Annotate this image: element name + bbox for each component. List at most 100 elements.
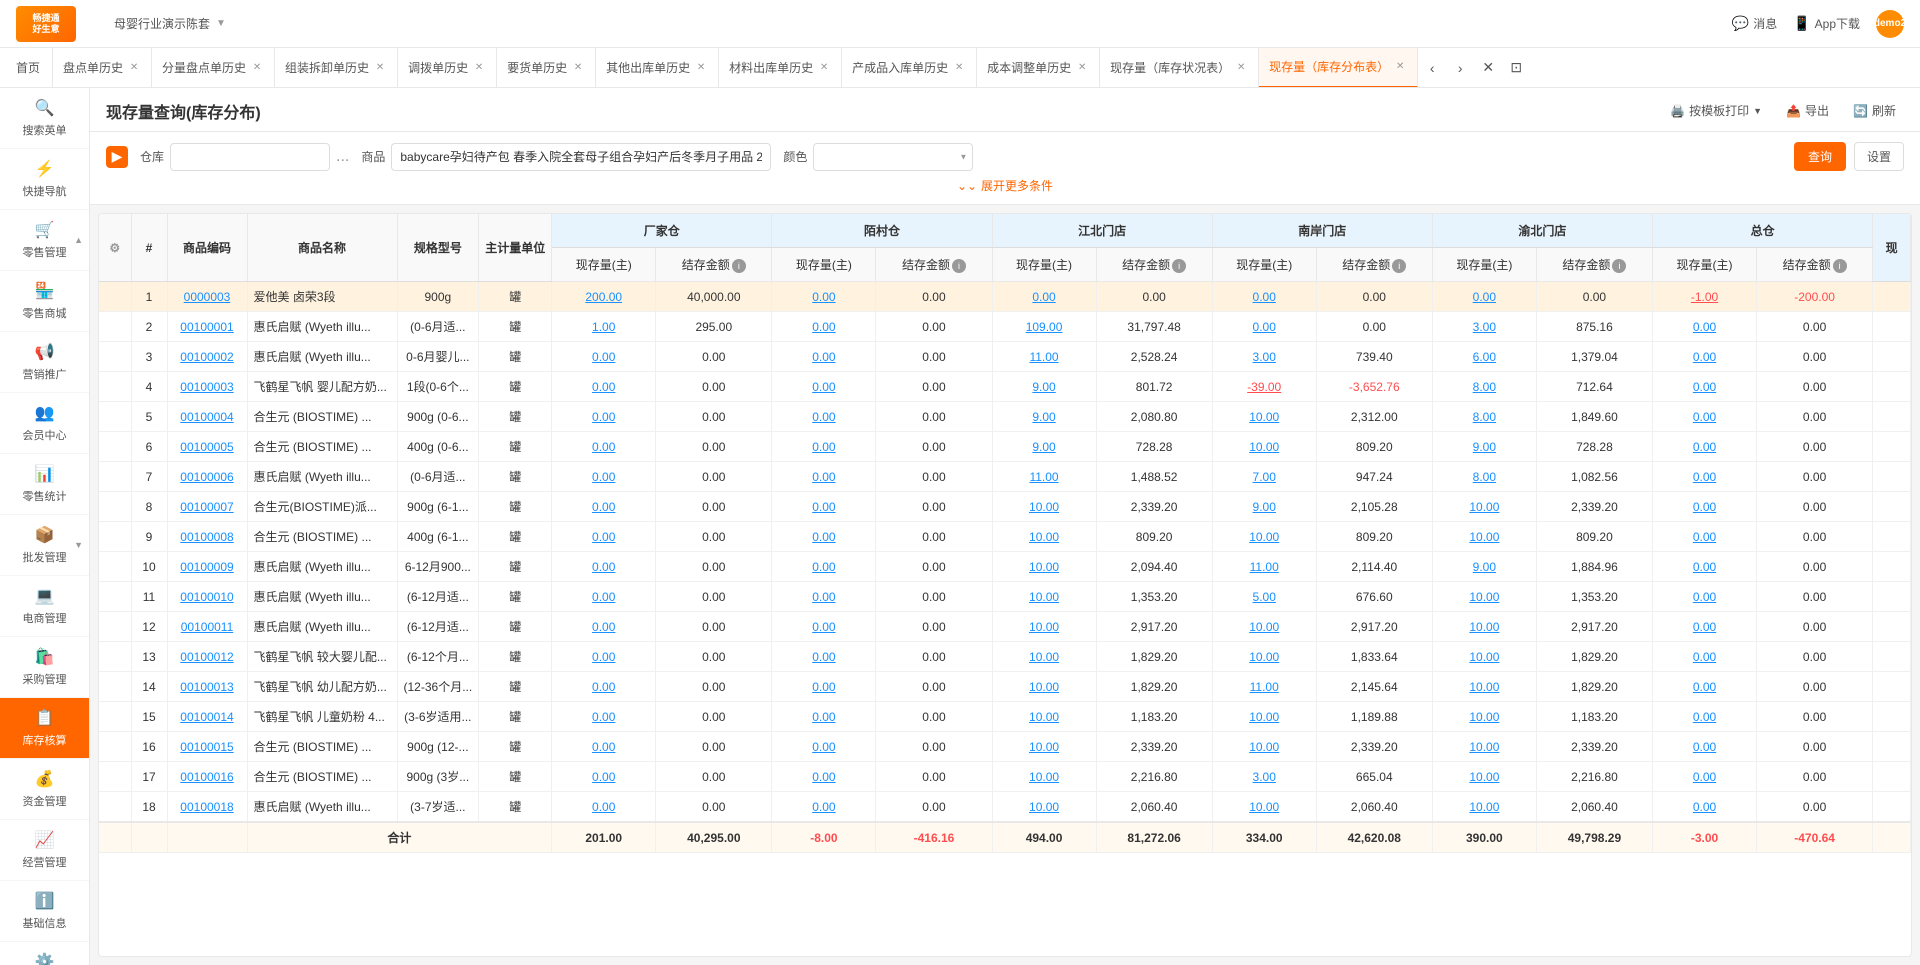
td-code[interactable]: 00100003 — [167, 372, 247, 402]
export-btn[interactable]: 📤 导出 — [1778, 98, 1837, 123]
tab-home[interactable]: 首页 — [4, 48, 53, 88]
td-code[interactable]: 00100011 — [167, 612, 247, 642]
td-yubei-qty[interactable]: 10.00 — [1432, 522, 1536, 552]
td-yubei-qty[interactable]: 8.00 — [1432, 402, 1536, 432]
query-btn[interactable]: 查询 — [1794, 142, 1846, 171]
td-yubei-qty[interactable]: 8.00 — [1432, 462, 1536, 492]
sidebar-item-member[interactable]: 👥 会员中心 — [0, 393, 89, 454]
td-nanan-qty[interactable]: 11.00 — [1212, 672, 1316, 702]
td-mucun-qty[interactable]: 0.00 — [772, 342, 876, 372]
td-yubei-qty[interactable]: 8.00 — [1432, 372, 1536, 402]
td-jiangbei-qty[interactable]: 10.00 — [992, 522, 1096, 552]
tab-expand-btn[interactable]: ⊡ — [1502, 48, 1530, 88]
td-nanan-qty[interactable]: 10.00 — [1212, 732, 1316, 762]
close-icon[interactable]: ✕ — [1234, 61, 1248, 75]
td-mucun-qty[interactable]: 0.00 — [772, 312, 876, 342]
info-circle-icon[interactable]: i — [732, 259, 746, 273]
warehouse-dots-btn[interactable]: ... — [336, 148, 349, 166]
td-yubei-qty[interactable]: 9.00 — [1432, 552, 1536, 582]
td-factory-qty[interactable]: 1.00 — [552, 312, 656, 342]
td-code[interactable]: 00100016 — [167, 762, 247, 792]
close-icon[interactable]: ✕ — [952, 61, 966, 75]
td-nanan-qty[interactable]: 0.00 — [1212, 312, 1316, 342]
sidebar-item-basic-info[interactable]: ℹ️ 基础信息 — [0, 881, 89, 942]
td-nanan-qty[interactable]: 9.00 — [1212, 492, 1316, 522]
sidebar-item-purchase[interactable]: 🛍️ 采购管理 — [0, 637, 89, 698]
settings-btn[interactable]: 设置 — [1854, 142, 1904, 171]
app-download-btn[interactable]: 📱 App下载 — [1793, 15, 1860, 32]
sidebar-item-retail-stats[interactable]: 📊 零售统计 — [0, 454, 89, 515]
td-total-qty[interactable]: 0.00 — [1653, 402, 1757, 432]
close-icon[interactable]: ✕ — [1075, 61, 1089, 75]
td-mucun-qty[interactable]: 0.00 — [772, 372, 876, 402]
td-code[interactable]: 00100008 — [167, 522, 247, 552]
table-container[interactable]: ⚙ # 商品编码 商品名称 规格型号 主计量单位 厂家仓 陌村仓 江北门店 南岸… — [98, 213, 1912, 957]
td-nanan-qty[interactable]: 11.00 — [1212, 552, 1316, 582]
tab-diaobodanlishi[interactable]: 调拨单历史 ✕ — [398, 48, 497, 88]
td-nanan-qty[interactable]: 5.00 — [1212, 582, 1316, 612]
tab-yaohuo[interactable]: 要货单历史 ✕ — [497, 48, 596, 88]
td-jiangbei-qty[interactable]: 0.00 — [992, 282, 1096, 312]
td-nanan-qty[interactable]: 7.00 — [1212, 462, 1316, 492]
refresh-btn[interactable]: 🔄 刷新 — [1845, 98, 1904, 123]
td-factory-qty[interactable]: 0.00 — [552, 402, 656, 432]
td-total-qty[interactable]: 0.00 — [1653, 672, 1757, 702]
td-yubei-qty[interactable]: 10.00 — [1432, 672, 1536, 702]
td-yubei-qty[interactable]: 10.00 — [1432, 762, 1536, 792]
td-mucun-qty[interactable]: 0.00 — [772, 282, 876, 312]
sidebar-item-quicknav[interactable]: ⚡ 快捷导航 — [0, 149, 89, 210]
td-mucun-qty[interactable]: 0.00 — [772, 492, 876, 522]
td-total-qty[interactable]: 0.00 — [1653, 702, 1757, 732]
td-yubei-qty[interactable]: 10.00 — [1432, 732, 1536, 762]
td-factory-qty[interactable]: 0.00 — [552, 522, 656, 552]
td-nanan-qty[interactable]: 10.00 — [1212, 792, 1316, 823]
td-nanan-qty[interactable]: 10.00 — [1212, 432, 1316, 462]
th-settings[interactable]: ⚙ — [99, 214, 131, 282]
td-jiangbei-qty[interactable]: 10.00 — [992, 732, 1096, 762]
td-code[interactable]: 00100010 — [167, 582, 247, 612]
td-total-qty[interactable]: 0.00 — [1653, 792, 1757, 823]
sidebar-item-operations[interactable]: 📈 经营管理 — [0, 820, 89, 881]
td-yubei-qty[interactable]: 10.00 — [1432, 612, 1536, 642]
sidebar-item-ecommerce[interactable]: 💻 电商管理 — [0, 576, 89, 637]
td-factory-qty[interactable]: 0.00 — [552, 732, 656, 762]
td-factory-qty[interactable]: 0.00 — [552, 672, 656, 702]
td-mucun-qty[interactable]: 0.00 — [772, 522, 876, 552]
td-factory-qty[interactable]: 0.00 — [552, 582, 656, 612]
tab-chengpinruku[interactable]: 产成品入库单历史 ✕ — [842, 48, 977, 88]
tab-close-all-btn[interactable]: ✕ — [1474, 48, 1502, 88]
td-total-qty[interactable]: 0.00 — [1653, 552, 1757, 582]
close-icon[interactable]: ✕ — [571, 61, 585, 75]
color-input[interactable] — [813, 143, 973, 171]
td-jiangbei-qty[interactable]: 10.00 — [992, 702, 1096, 732]
td-yubei-qty[interactable]: 6.00 — [1432, 342, 1536, 372]
td-total-qty[interactable]: 0.00 — [1653, 522, 1757, 552]
tab-xiancunliang-fenbupiao[interactable]: 现存量（库存分布表） ✕ — [1259, 48, 1418, 88]
td-code[interactable]: 00100004 — [167, 402, 247, 432]
td-code[interactable]: 00100007 — [167, 492, 247, 522]
td-mucun-qty[interactable]: 0.00 — [772, 732, 876, 762]
td-yubei-qty[interactable]: 9.00 — [1432, 432, 1536, 462]
tab-prev-btn[interactable]: ‹ — [1418, 48, 1446, 88]
td-code[interactable]: 0000003 — [167, 282, 247, 312]
td-factory-qty[interactable]: 0.00 — [552, 642, 656, 672]
settings-icon[interactable]: ⚙ — [109, 241, 120, 255]
sidebar-item-inventory[interactable]: 📋 库存核算 — [0, 698, 89, 759]
td-code[interactable]: 00100012 — [167, 642, 247, 672]
td-yubei-qty[interactable]: 0.00 — [1432, 282, 1536, 312]
td-jiangbei-qty[interactable]: 10.00 — [992, 642, 1096, 672]
td-nanan-qty[interactable]: 3.00 — [1212, 342, 1316, 372]
td-jiangbei-qty[interactable]: 11.00 — [992, 342, 1096, 372]
td-jiangbei-qty[interactable]: 109.00 — [992, 312, 1096, 342]
td-yubei-qty[interactable]: 10.00 — [1432, 582, 1536, 612]
filter-expand-btn[interactable]: ▶ — [106, 146, 128, 168]
print-btn[interactable]: 🖨️ 按模板打印 ▼ — [1662, 98, 1770, 123]
td-nanan-qty[interactable]: 3.00 — [1212, 762, 1316, 792]
td-jiangbei-qty[interactable]: 10.00 — [992, 552, 1096, 582]
td-jiangbei-qty[interactable]: 10.00 — [992, 672, 1096, 702]
td-factory-qty[interactable]: 0.00 — [552, 702, 656, 732]
td-code[interactable]: 00100002 — [167, 342, 247, 372]
td-code[interactable]: 00100018 — [167, 792, 247, 823]
info-circle-icon[interactable]: i — [1392, 259, 1406, 273]
td-total-qty[interactable]: 0.00 — [1653, 582, 1757, 612]
